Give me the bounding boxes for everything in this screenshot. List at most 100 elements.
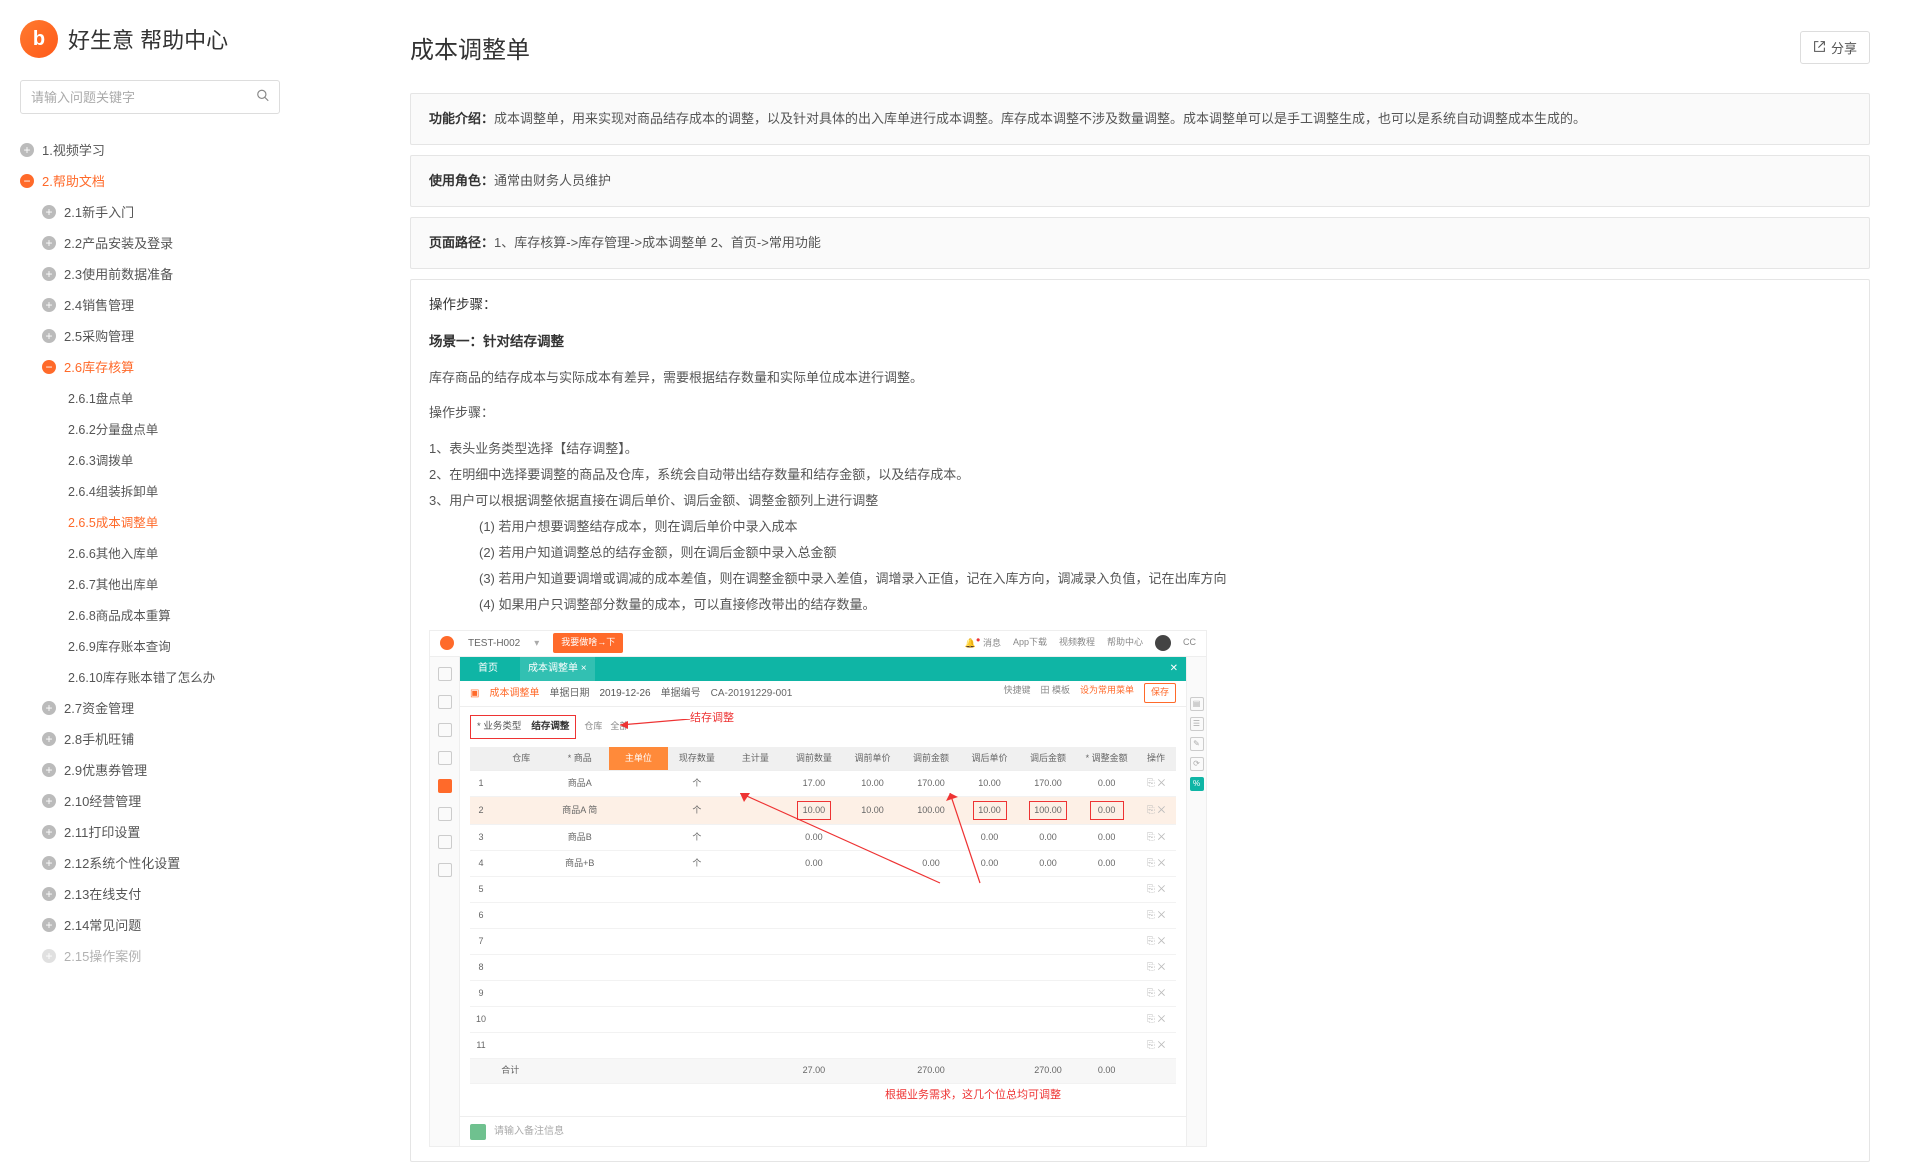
sidebar: b 好生意 帮助中心 +1.视频学习 −2.帮助文档 +2.1新手入门 +2.2… (0, 0, 300, 1172)
shot-side-icon (438, 723, 452, 737)
shot-code-value: CA-20191229-001 (711, 685, 793, 702)
nav-item-2-6-6[interactable]: 2.6.6其他入库单 (20, 537, 280, 568)
path-text: 1、库存核算->库存管理->成本调整单 2、首页->常用功能 (494, 235, 821, 250)
nav-item-2-8[interactable]: +2.8手机旺铺 (20, 723, 280, 754)
step-3c: (3) 若用户知道要调增或调减的成本差值，则在调整金额中录入差值，调增录入正值，… (429, 566, 1851, 592)
nav-item-2-6-8[interactable]: 2.6.8商品成本重算 (20, 599, 280, 630)
nav-item-2-6-3[interactable]: 2.6.3调拨单 (20, 444, 280, 475)
shot-side-icon (438, 751, 452, 765)
nav-item-2-9[interactable]: +2.9优惠券管理 (20, 754, 280, 785)
shot-rlink: 田 模板 (1040, 683, 1070, 702)
shot-doc-icon: ▣ (470, 685, 479, 702)
shot-dropdown-icon: ▾ (534, 635, 539, 652)
steps-block: 操作步骤： 场景一：针对结存调整 库存商品的结存成本与实际成本有差异，需要根据结… (410, 279, 1870, 1162)
minus-icon: − (20, 174, 34, 188)
role-block: 使用角色：通常由财务人员维护 (410, 155, 1870, 207)
shot-app-link: App下载 (1013, 635, 1047, 650)
nav-item-2-7[interactable]: +2.7资金管理 (20, 692, 280, 723)
main-content: 成本调整单 分享 功能介绍：成本调整单，用来实现对商品结存成本的调整，以及针对具… (300, 0, 1920, 1172)
shot-video-link: 视频教程 (1059, 635, 1095, 650)
shot-orange-btn: 我要做啥→下 (553, 633, 623, 652)
step-3: 3、用户可以根据调整依据直接在调后单价、调后金额、调整金额列上进行调整 (429, 488, 1851, 514)
shot-annotation-2: 根据业务需求，这几个位总均可调整 (470, 1084, 1176, 1111)
shot-strip-icon: ▤ (1190, 697, 1204, 711)
steps-heading: 操作步骤： (429, 294, 1851, 317)
shot-strip-icon: ✎ (1190, 737, 1204, 751)
brand-title: 好生意 帮助中心 (68, 23, 228, 55)
shot-foot-placeholder: 请输入备注信息 (494, 1123, 564, 1140)
brand-header: b 好生意 帮助中心 (20, 20, 280, 58)
step-3d: (4) 如果用户只调整部分数量的成本，可以直接修改带出的结存数量。 (429, 592, 1851, 618)
share-button[interactable]: 分享 (1800, 31, 1870, 64)
plus-icon: + (42, 329, 56, 343)
plus-icon: + (42, 267, 56, 281)
intro-block: 功能介绍：成本调整单，用来实现对商品结存成本的调整，以及针对具体的出入库单进行成… (410, 93, 1870, 145)
shot-side-icon (438, 863, 452, 877)
search-icon[interactable] (256, 89, 270, 106)
intro-label: 功能介绍： (429, 111, 494, 126)
nav-tree: +1.视频学习 −2.帮助文档 +2.1新手入门 +2.2产品安装及登录 +2.… (20, 134, 280, 971)
plus-icon: + (42, 918, 56, 932)
plus-icon: + (42, 887, 56, 901)
minus-icon: − (42, 360, 56, 374)
role-text: 通常由财务人员维护 (494, 173, 611, 188)
nav-item-2-12[interactable]: +2.12系统个性化设置 (20, 847, 280, 878)
shot-right-strip: ▤ ☰ ✎ ⟳ % (1186, 657, 1206, 1147)
shot-filter2-label: 仓库 (584, 719, 602, 734)
shot-strip-icon: ⟳ (1190, 757, 1204, 771)
steps-label: 操作步骤： (429, 401, 1851, 426)
nav-item-docs[interactable]: −2.帮助文档 (20, 165, 280, 196)
nav-item-2-6[interactable]: −2.6库存核算 (20, 351, 280, 382)
shot-help-link: 帮助中心 (1107, 635, 1143, 650)
nav-item-2-6-9[interactable]: 2.6.9库存账本查询 (20, 630, 280, 661)
plus-icon: + (42, 732, 56, 746)
path-block: 页面路径：1、库存核算->库存管理->成本调整单 2、首页->常用功能 (410, 217, 1870, 269)
shot-side-icon (438, 807, 452, 821)
search-input[interactable] (20, 80, 280, 114)
plus-icon: + (42, 825, 56, 839)
nav-item-2-13[interactable]: +2.13在线支付 (20, 878, 280, 909)
nav-item-2-6-2[interactable]: 2.6.2分量盘点单 (20, 413, 280, 444)
plus-icon: + (42, 298, 56, 312)
nav-item-video[interactable]: +1.视频学习 (20, 134, 280, 165)
nav-item-2-6-5[interactable]: 2.6.5成本调整单 (20, 506, 280, 537)
shot-tab-active: 成本调整单 × (520, 656, 595, 681)
nav-item-2-6-10[interactable]: 2.6.10库存账本错了怎么办 (20, 661, 280, 692)
plus-icon: + (20, 143, 34, 157)
nav-item-2-11[interactable]: +2.11打印设置 (20, 816, 280, 847)
brand-logo-icon: b (20, 20, 58, 58)
shot-filter-value: 结存调整 (531, 719, 569, 735)
nav-item-2-6-4[interactable]: 2.6.4组装拆卸单 (20, 475, 280, 506)
nav-item-2-2[interactable]: +2.2产品安装及登录 (20, 227, 280, 258)
nav-item-2-15[interactable]: +2.15操作案例 (20, 940, 280, 971)
nav-item-2-4[interactable]: +2.4销售管理 (20, 289, 280, 320)
nav-item-2-1[interactable]: +2.1新手入门 (20, 196, 280, 227)
shot-strip-icon-active: % (1190, 777, 1204, 791)
shot-test-id: TEST-H002 (468, 635, 520, 652)
shot-strip-icon: ☰ (1190, 717, 1204, 731)
role-label: 使用角色： (429, 173, 494, 188)
shot-rlink: 快捷键 (1003, 683, 1030, 702)
shot-code-label: 单据编号 (661, 685, 701, 702)
nav-item-2-6-7[interactable]: 2.6.7其他出库单 (20, 568, 280, 599)
shot-logo-icon (440, 636, 454, 650)
nav-item-2-6-1[interactable]: 2.6.1盘点单 (20, 382, 280, 413)
shot-rlink: 设为常用菜单 (1080, 683, 1134, 702)
path-label: 页面路径： (429, 235, 494, 250)
shot-table: 仓库 * 商品 主单位 现存数量 主计量 调前数量 调前单价 调前金额 调后单价 (460, 747, 1186, 1117)
nav-item-2-10[interactable]: +2.10经营管理 (20, 785, 280, 816)
nav-item-2-3[interactable]: +2.3使用前数据准备 (20, 258, 280, 289)
shot-side-icon (438, 667, 452, 681)
plus-icon: + (42, 763, 56, 777)
nav-item-2-14[interactable]: +2.14常见问题 (20, 909, 280, 940)
scene-desc: 库存商品的结存成本与实际成本有差异，需要根据结存数量和实际单位成本进行调整。 (429, 366, 1851, 391)
nav-item-2-5[interactable]: +2.5采购管理 (20, 320, 280, 351)
shot-save-btn: 保存 (1144, 683, 1176, 702)
step-2: 2、在明细中选择要调整的商品及仓库，系统会自动带出结存数量和结存金额，以及结存成… (429, 462, 1851, 488)
step-1: 1、表头业务类型选择【结存调整】。 (429, 436, 1851, 462)
plus-icon: + (42, 236, 56, 250)
shot-side-icon (438, 695, 452, 709)
plus-icon: + (42, 701, 56, 715)
shot-user: CC (1183, 635, 1196, 650)
shot-filter2-value: 全部 (610, 719, 628, 734)
